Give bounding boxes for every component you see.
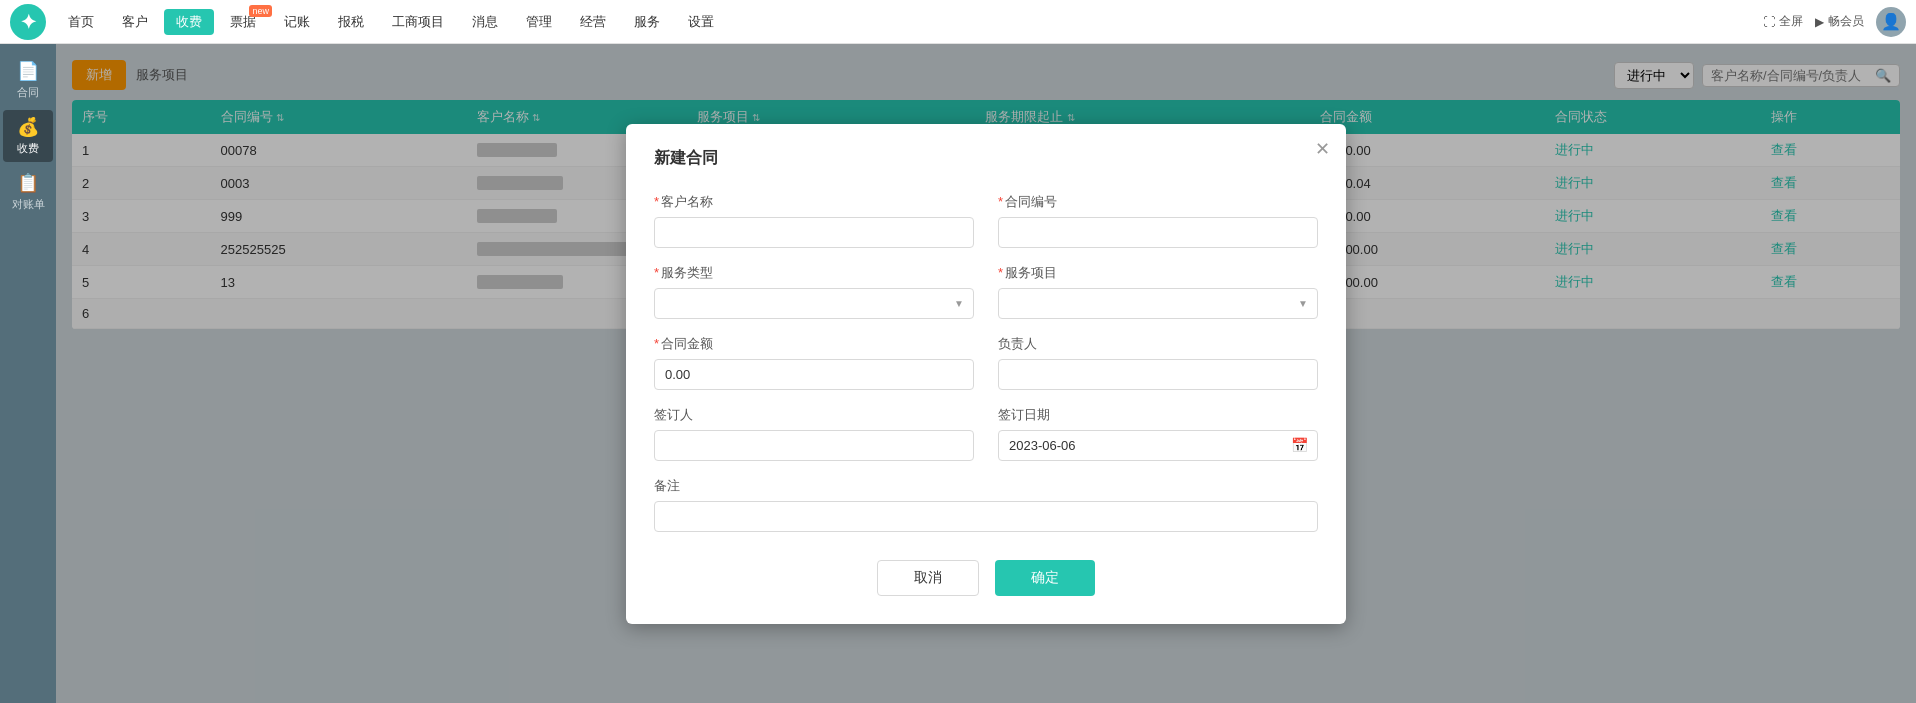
form-row-service-type: * 服务类型 — [654, 264, 974, 319]
nav-service[interactable]: 服务 — [622, 9, 672, 35]
modal-close-button[interactable]: ✕ — [1315, 138, 1330, 160]
form-row-contract-amount: * 合同金额 — [654, 335, 974, 390]
form-row-sign-date: 签订日期 📅 — [998, 406, 1318, 461]
main-layout: 📄 合同 💰 收费 📋 对账单 新增 服务项目 进行中 已完成 已终止 — [0, 44, 1916, 703]
modal-title: 新建合同 — [654, 148, 1318, 169]
confirm-button[interactable]: 确定 — [995, 560, 1095, 596]
vip-label: 畅会员 — [1828, 13, 1864, 30]
billing-icon: 💰 — [17, 116, 39, 138]
vip-icon: ▶ — [1815, 15, 1824, 29]
service-type-select[interactable] — [654, 288, 974, 319]
contract-no-input[interactable] — [998, 217, 1318, 248]
contract-icon: 📄 — [17, 60, 39, 82]
new-badge: new — [249, 5, 272, 17]
service-type-select-wrapper — [654, 288, 974, 319]
avatar[interactable]: 👤 — [1876, 7, 1906, 37]
nav-customer[interactable]: 客户 — [110, 9, 160, 35]
nav-operation[interactable]: 经营 — [568, 9, 618, 35]
modal-overlay: ✕ 新建合同 * 客户名称 * 合同编号 — [56, 44, 1916, 703]
contract-no-label: * 合同编号 — [998, 193, 1318, 211]
nav-business[interactable]: 工商项目 — [380, 9, 456, 35]
service-item-select[interactable] — [998, 288, 1318, 319]
form-row-responsible: 负责人 — [998, 335, 1318, 390]
cancel-button[interactable]: 取消 — [877, 560, 979, 596]
sign-date-input[interactable] — [998, 430, 1318, 461]
signer-label: 签订人 — [654, 406, 974, 424]
sidebar-item-contract[interactable]: 📄 合同 — [3, 54, 53, 106]
nav-messages[interactable]: 消息 — [460, 9, 510, 35]
top-nav-right: ⛶ 全屏 ▶ 畅会员 👤 — [1763, 7, 1906, 37]
sidebar-item-contract-label: 合同 — [17, 85, 39, 100]
content-area: 新增 服务项目 进行中 已完成 已终止 🔍 序号 — [56, 44, 1916, 703]
vip-btn[interactable]: ▶ 畅会员 — [1815, 13, 1864, 30]
sidebar-item-billing[interactable]: 💰 收费 — [3, 110, 53, 162]
modal-footer: 取消 确定 — [654, 560, 1318, 596]
form-row-customer-name: * 客户名称 — [654, 193, 974, 248]
fullscreen-icon: ⛶ — [1763, 15, 1775, 29]
modal-form: * 客户名称 * 合同编号 — [654, 193, 1318, 532]
service-item-label: * 服务项目 — [998, 264, 1318, 282]
sidebar-item-statement-label: 对账单 — [12, 197, 45, 212]
top-navigation: ✦ 首页 客户 收费 票据 new 记账 报税 工商项目 消息 管理 经营 服务… — [0, 0, 1916, 44]
form-row-remarks: 备注 — [654, 477, 1318, 532]
form-row-signer: 签订人 — [654, 406, 974, 461]
sign-date-label: 签订日期 — [998, 406, 1318, 424]
sidebar-item-statement[interactable]: 📋 对账单 — [3, 166, 53, 218]
nav-invoice[interactable]: 票据 new — [218, 9, 268, 35]
fullscreen-btn[interactable]: ⛶ 全屏 — [1763, 13, 1803, 30]
form-row-contract-no: * 合同编号 — [998, 193, 1318, 248]
contract-amount-label: * 合同金额 — [654, 335, 974, 353]
nav-items: 首页 客户 收费 票据 new 记账 报税 工商项目 消息 管理 经营 服务 设… — [56, 9, 1763, 35]
service-type-label: * 服务类型 — [654, 264, 974, 282]
remarks-input[interactable] — [654, 501, 1318, 532]
sidebar: 📄 合同 💰 收费 📋 对账单 — [0, 44, 56, 703]
nav-billing[interactable]: 收费 — [164, 9, 214, 35]
remarks-label: 备注 — [654, 477, 1318, 495]
nav-settings[interactable]: 设置 — [676, 9, 726, 35]
nav-tax[interactable]: 报税 — [326, 9, 376, 35]
contract-amount-input[interactable] — [654, 359, 974, 390]
signer-input[interactable] — [654, 430, 974, 461]
form-row-service-item: * 服务项目 — [998, 264, 1318, 319]
nav-accounting[interactable]: 记账 — [272, 9, 322, 35]
sign-date-wrapper: 📅 — [998, 430, 1318, 461]
nav-home[interactable]: 首页 — [56, 9, 106, 35]
service-item-select-wrapper — [998, 288, 1318, 319]
customer-name-label: * 客户名称 — [654, 193, 974, 211]
responsible-label: 负责人 — [998, 335, 1318, 353]
nav-manage[interactable]: 管理 — [514, 9, 564, 35]
customer-name-input[interactable] — [654, 217, 974, 248]
responsible-input[interactable] — [998, 359, 1318, 390]
app-logo: ✦ — [10, 4, 46, 40]
statement-icon: 📋 — [17, 172, 39, 194]
sidebar-item-billing-label: 收费 — [17, 141, 39, 156]
new-contract-modal: ✕ 新建合同 * 客户名称 * 合同编号 — [626, 124, 1346, 624]
fullscreen-label: 全屏 — [1779, 13, 1803, 30]
